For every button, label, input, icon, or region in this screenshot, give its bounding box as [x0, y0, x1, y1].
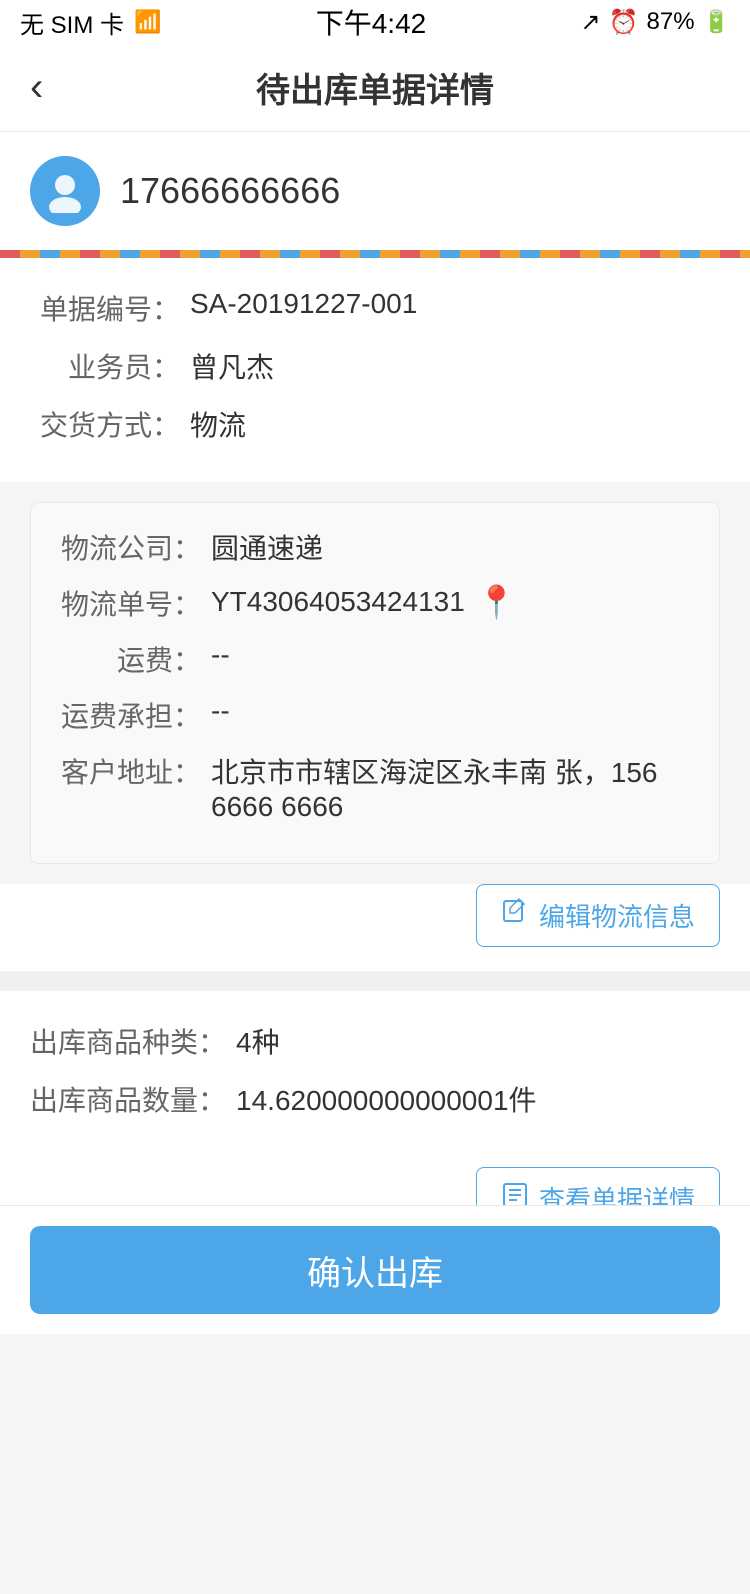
- edit-icon: [501, 898, 529, 933]
- battery-icon: 🔋: [703, 9, 730, 35]
- stock-section: 出库商品种类： 4种 出库商品数量： 14.620000000000001件: [0, 991, 750, 1157]
- address-label: 客户地址：: [51, 751, 211, 791]
- status-bar: 无 SIM 卡 📶 下午4:42 ↗ ⏰ 87% 🔋: [0, 0, 750, 44]
- freight-bearer-value: --: [211, 695, 699, 727]
- customer-header: 17666666666: [0, 132, 750, 250]
- confirm-outbound-label: 确认出库: [307, 1246, 443, 1295]
- address-value: 北京市市辖区海淀区永丰南 张，156 6666 6666: [211, 751, 699, 823]
- freight-bearer-row: 运费承担： --: [51, 695, 699, 735]
- carrier-text: 无 SIM 卡: [20, 5, 124, 40]
- page-title: 待出库单据详情: [256, 63, 494, 112]
- section-separator: [0, 971, 750, 991]
- sales-person-value: 曾凡杰: [190, 346, 720, 386]
- avatar: [30, 156, 100, 226]
- back-button[interactable]: ‹: [30, 65, 43, 110]
- stock-quantity-row: 出库商品数量： 14.620000000000001件: [30, 1079, 720, 1119]
- status-time: 下午4:42: [316, 2, 427, 42]
- status-right: ↗ ⏰ 87% 🔋: [581, 8, 730, 37]
- address-row: 客户地址： 北京市市辖区海淀区永丰南 张，156 6666 6666: [51, 751, 699, 823]
- map-pin-icon[interactable]: 📍: [477, 583, 517, 621]
- tracking-number-row: 物流单号： YT43064053424131 📍: [51, 583, 699, 623]
- logistics-company-label: 物流公司：: [51, 527, 211, 567]
- confirm-outbound-button[interactable]: 确认出库: [30, 1226, 720, 1314]
- customer-phone: 17666666666: [120, 170, 340, 212]
- stock-type-label: 出库商品种类：: [30, 1021, 236, 1061]
- doc-number-value: SA-20191227-001: [190, 288, 720, 320]
- delivery-method-row: 交货方式： 物流: [30, 404, 720, 444]
- freight-value: --: [211, 639, 699, 671]
- delivery-method-value: 物流: [190, 404, 720, 444]
- freight-row: 运费： --: [51, 639, 699, 679]
- status-left: 无 SIM 卡 📶: [20, 5, 161, 40]
- bottom-btn-area: 确认出库: [0, 1205, 750, 1334]
- edit-btn-row: 编辑物流信息: [0, 884, 750, 971]
- sales-person-row: 业务员： 曾凡杰: [30, 346, 720, 386]
- tracking-number-value: YT43064053424131: [211, 586, 465, 618]
- stock-quantity-label: 出库商品数量：: [30, 1079, 236, 1119]
- doc-number-label: 单据编号：: [30, 288, 190, 328]
- stock-type-value: 4种: [236, 1021, 720, 1061]
- logistics-company-row: 物流公司： 圆通速递: [51, 527, 699, 567]
- delivery-method-label: 交货方式：: [30, 404, 190, 444]
- edit-logistics-button[interactable]: 编辑物流信息: [476, 884, 720, 947]
- doc-number-row: 单据编号： SA-20191227-001: [30, 288, 720, 328]
- stock-type-row: 出库商品种类： 4种: [30, 1021, 720, 1061]
- wifi-icon: 📶: [134, 9, 161, 35]
- logistics-card: 物流公司： 圆通速递 物流单号： YT43064053424131 📍 运费： …: [30, 502, 720, 864]
- sales-person-label: 业务员：: [30, 346, 190, 386]
- location-status-icon: ↗: [581, 8, 601, 37]
- dashed-divider: [0, 250, 750, 258]
- tracking-number-label: 物流单号：: [51, 583, 211, 623]
- freight-bearer-label: 运费承担：: [51, 695, 211, 735]
- alarm-icon: ⏰: [609, 8, 639, 37]
- battery-text: 87%: [647, 8, 695, 36]
- nav-bar: ‹ 待出库单据详情: [0, 44, 750, 132]
- stock-quantity-value: 14.620000000000001件: [236, 1079, 720, 1119]
- logistics-company-value: 圆通速递: [211, 527, 699, 567]
- freight-label: 运费：: [51, 639, 211, 679]
- document-info-section: 单据编号： SA-20191227-001 业务员： 曾凡杰 交货方式： 物流: [0, 258, 750, 482]
- tracking-number-container: YT43064053424131 📍: [211, 583, 517, 621]
- edit-logistics-label: 编辑物流信息: [539, 897, 695, 934]
